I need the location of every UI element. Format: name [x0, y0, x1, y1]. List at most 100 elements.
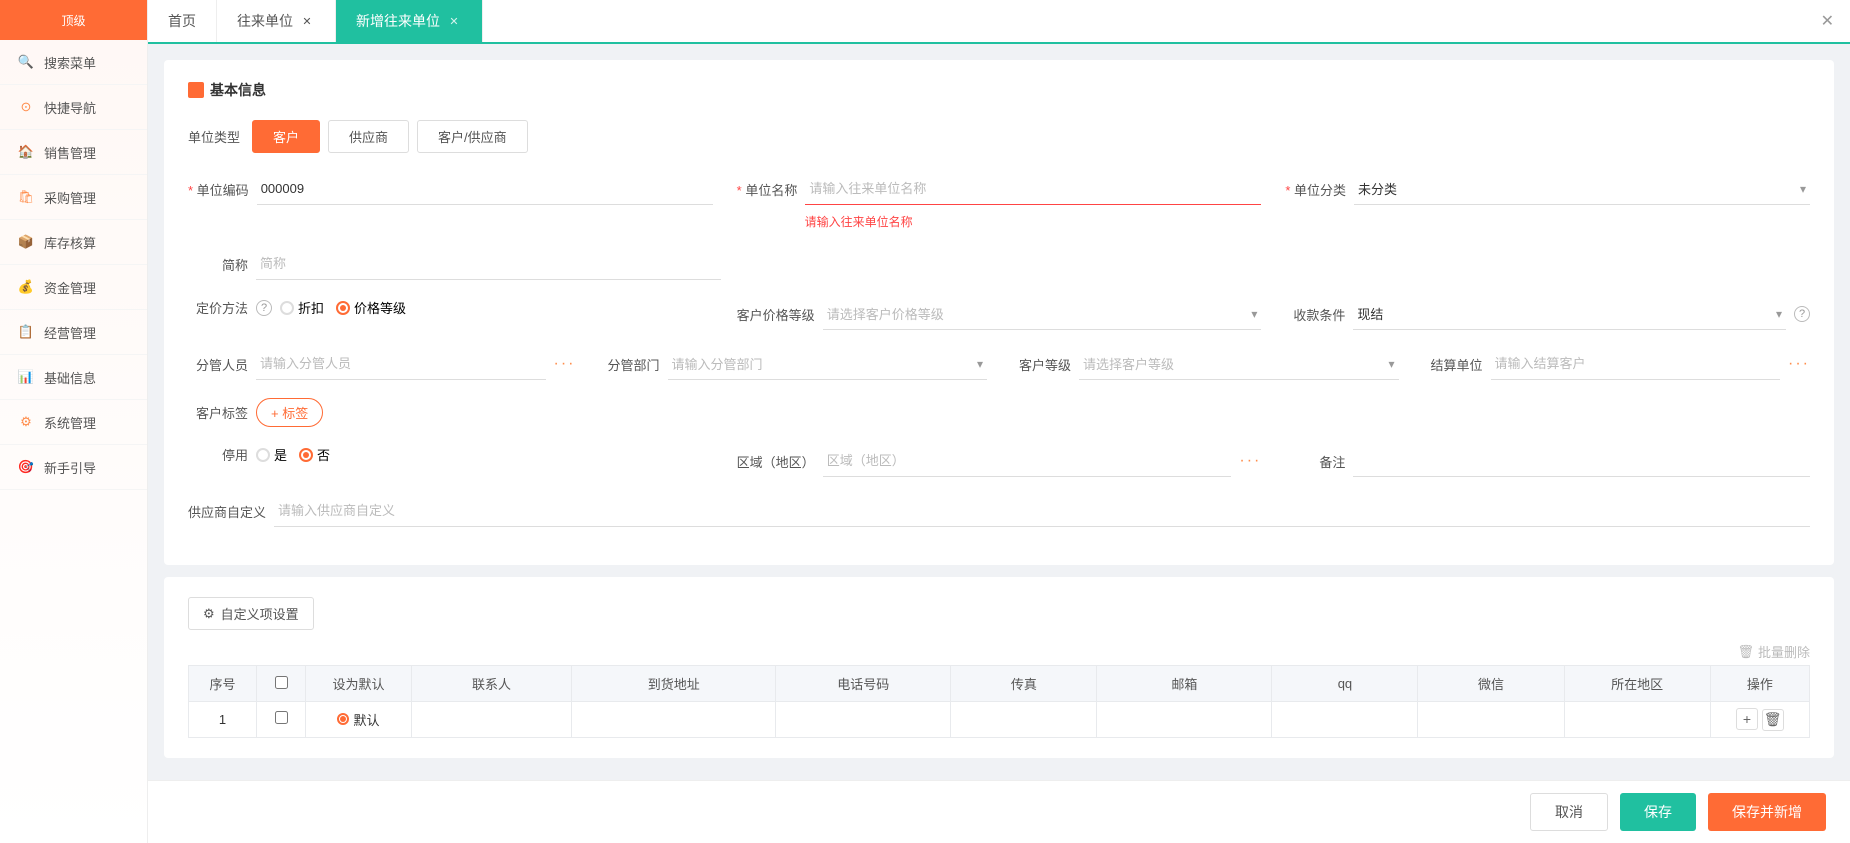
unit-name-label: 单位名称	[737, 180, 798, 199]
customer-level-label: 客户等级	[1011, 355, 1071, 374]
guide-icon: 🎯	[16, 457, 36, 477]
sidebar: 顶级 🔍 搜索菜单 ⊙ 快捷导航 🏠 销售管理 🛍 采购管理 📦 库存核算 💰 …	[0, 0, 148, 843]
type-btn-both[interactable]: 客户/供应商	[417, 120, 528, 153]
add-tag-button[interactable]: + 标签	[256, 398, 323, 427]
qq-input[interactable]	[1305, 712, 1385, 727]
customer-tag-label: 客户标签	[188, 403, 248, 422]
col-default: 设为默认	[306, 666, 412, 702]
add-row-button[interactable]: +	[1736, 708, 1758, 730]
form-row-6: 停用 是 否 区域（地区） ···	[188, 445, 1810, 477]
purchase-icon: 🛍	[16, 187, 36, 207]
chevron-down-icon: ▾	[1776, 307, 1782, 321]
pricing-method-label: 定价方法	[188, 298, 248, 317]
customer-level-select[interactable]: 请选择客户等级 ▾	[1079, 348, 1399, 380]
chevron-down-icon: ▾	[1388, 357, 1394, 371]
settlement-more-icon[interactable]: ···	[1788, 355, 1810, 373]
batch-delete-label: 批量删除	[1758, 642, 1810, 661]
save-button[interactable]: 保存	[1620, 793, 1696, 831]
cell-default: 默认	[306, 702, 412, 738]
unit-code-input[interactable]	[257, 173, 713, 205]
sidebar-item-guide[interactable]: 🎯 新手引导	[0, 445, 147, 490]
remark-input[interactable]	[1353, 445, 1810, 477]
col-seq: 序号	[189, 666, 257, 702]
customer-price-level-group: 客户价格等级 请选择客户价格等级 ▾	[737, 298, 1262, 330]
sidebar-item-purchase[interactable]: 🛍 采购管理	[0, 175, 147, 220]
sidebar-item-quick-nav[interactable]: ⊙ 快捷导航	[0, 85, 147, 130]
radio-price-level[interactable]: 价格等级	[336, 298, 406, 317]
sidebar-item-operation[interactable]: 📋 经营管理	[0, 310, 147, 355]
settlement-input[interactable]	[1491, 348, 1781, 380]
wechat-input[interactable]	[1451, 712, 1531, 727]
tab-new-partner[interactable]: 新增往来单位 ✕	[336, 0, 483, 42]
radio-no[interactable]: 否	[299, 445, 330, 464]
cancel-button[interactable]: 取消	[1530, 793, 1608, 831]
sidebar-item-label: 新手引导	[44, 458, 96, 477]
unit-type-label: 单位类型	[188, 127, 240, 146]
chevron-down-icon: ▾	[977, 357, 983, 371]
sidebar-item-finance[interactable]: 💰 资金管理	[0, 265, 147, 310]
sidebar-item-search[interactable]: 🔍 搜索菜单	[0, 40, 147, 85]
phone-input[interactable]	[813, 712, 913, 727]
sidebar-item-label: 库存核算	[44, 233, 96, 252]
supplier-custom-group: 供应商自定义	[188, 495, 1810, 527]
custom-settings-button[interactable]: ⚙ 自定义项设置	[188, 597, 314, 630]
table-row: 1 默认	[189, 702, 1810, 738]
col-checkbox	[257, 666, 306, 702]
row-checkbox[interactable]	[275, 711, 288, 724]
tab-partners[interactable]: 往来单位 ✕	[217, 0, 336, 42]
sidebar-item-label: 销售管理	[44, 143, 96, 162]
close-new-partner-tab[interactable]: ✕	[446, 13, 462, 29]
unit-category-group: 单位分类 未分类 ▾	[1285, 173, 1810, 205]
save-new-button[interactable]: 保存并新增	[1708, 793, 1826, 831]
region-more-icon[interactable]: ···	[1239, 452, 1261, 470]
cell-seq: 1	[189, 702, 257, 738]
unit-name-error: 请输入往来单位名称	[805, 215, 913, 229]
pricing-method-help-icon[interactable]: ?	[256, 300, 272, 316]
payment-terms-select[interactable]: 现结 ▾	[1353, 298, 1786, 330]
region-label: 区域（地区）	[737, 452, 815, 471]
gear-icon: ⚙	[203, 606, 215, 622]
radio-price-level-circle	[336, 301, 350, 315]
supplier-custom-input[interactable]	[274, 495, 1810, 527]
short-name-input[interactable]	[256, 248, 721, 280]
sidebar-item-system[interactable]: ⚙ 系统管理	[0, 400, 147, 445]
cell-actions: + 🗑	[1710, 702, 1809, 738]
payment-terms-help-icon[interactable]: ?	[1794, 306, 1810, 322]
finance-icon: 💰	[16, 277, 36, 297]
default-radio-label[interactable]: 默认	[316, 710, 401, 729]
manager-more-icon[interactable]: ···	[554, 355, 576, 373]
select-all-checkbox[interactable]	[275, 676, 288, 689]
department-select[interactable]: 请输入分管部门 ▾	[668, 348, 988, 380]
customer-price-level-select[interactable]: 请选择客户价格等级 ▾	[823, 298, 1262, 330]
sidebar-item-basic[interactable]: 📊 基础信息	[0, 355, 147, 400]
unit-category-select[interactable]: 未分类 ▾	[1354, 173, 1810, 205]
region-row-input[interactable]	[1597, 712, 1677, 727]
close-partners-tab[interactable]: ✕	[299, 13, 315, 29]
supplier-custom-label: 供应商自定义	[188, 502, 266, 521]
short-name-label: 简称	[188, 255, 248, 274]
form-footer: 取消 保存 保存并新增	[148, 780, 1850, 843]
customer-price-level-label: 客户价格等级	[737, 305, 815, 324]
radio-discount[interactable]: 折扣	[280, 298, 324, 317]
address-input[interactable]	[614, 712, 734, 727]
cell-region	[1564, 702, 1710, 738]
radio-yes[interactable]: 是	[256, 445, 287, 464]
sidebar-item-sales[interactable]: 🏠 销售管理	[0, 130, 147, 175]
col-wechat: 微信	[1418, 666, 1564, 702]
unit-name-input[interactable]	[805, 173, 1261, 205]
contact-input[interactable]	[447, 712, 537, 727]
tab-home[interactable]: 首页	[148, 0, 217, 42]
region-input[interactable]	[823, 445, 1232, 477]
sidebar-item-inventory[interactable]: 📦 库存核算	[0, 220, 147, 265]
unit-code-group: 单位编码	[188, 173, 713, 205]
fax-input[interactable]	[984, 712, 1064, 727]
close-all-tabs[interactable]: ✕	[1805, 0, 1850, 42]
sidebar-item-label: 系统管理	[44, 413, 96, 432]
type-btn-supplier[interactable]: 供应商	[328, 120, 409, 153]
type-btn-customer[interactable]: 客户	[252, 120, 320, 153]
email-input[interactable]	[1134, 712, 1234, 727]
delete-row-button[interactable]: 🗑	[1762, 709, 1784, 731]
section-title: 基本信息	[188, 80, 1810, 100]
home-icon: ⊙	[16, 97, 36, 117]
manager-input[interactable]	[256, 348, 546, 380]
